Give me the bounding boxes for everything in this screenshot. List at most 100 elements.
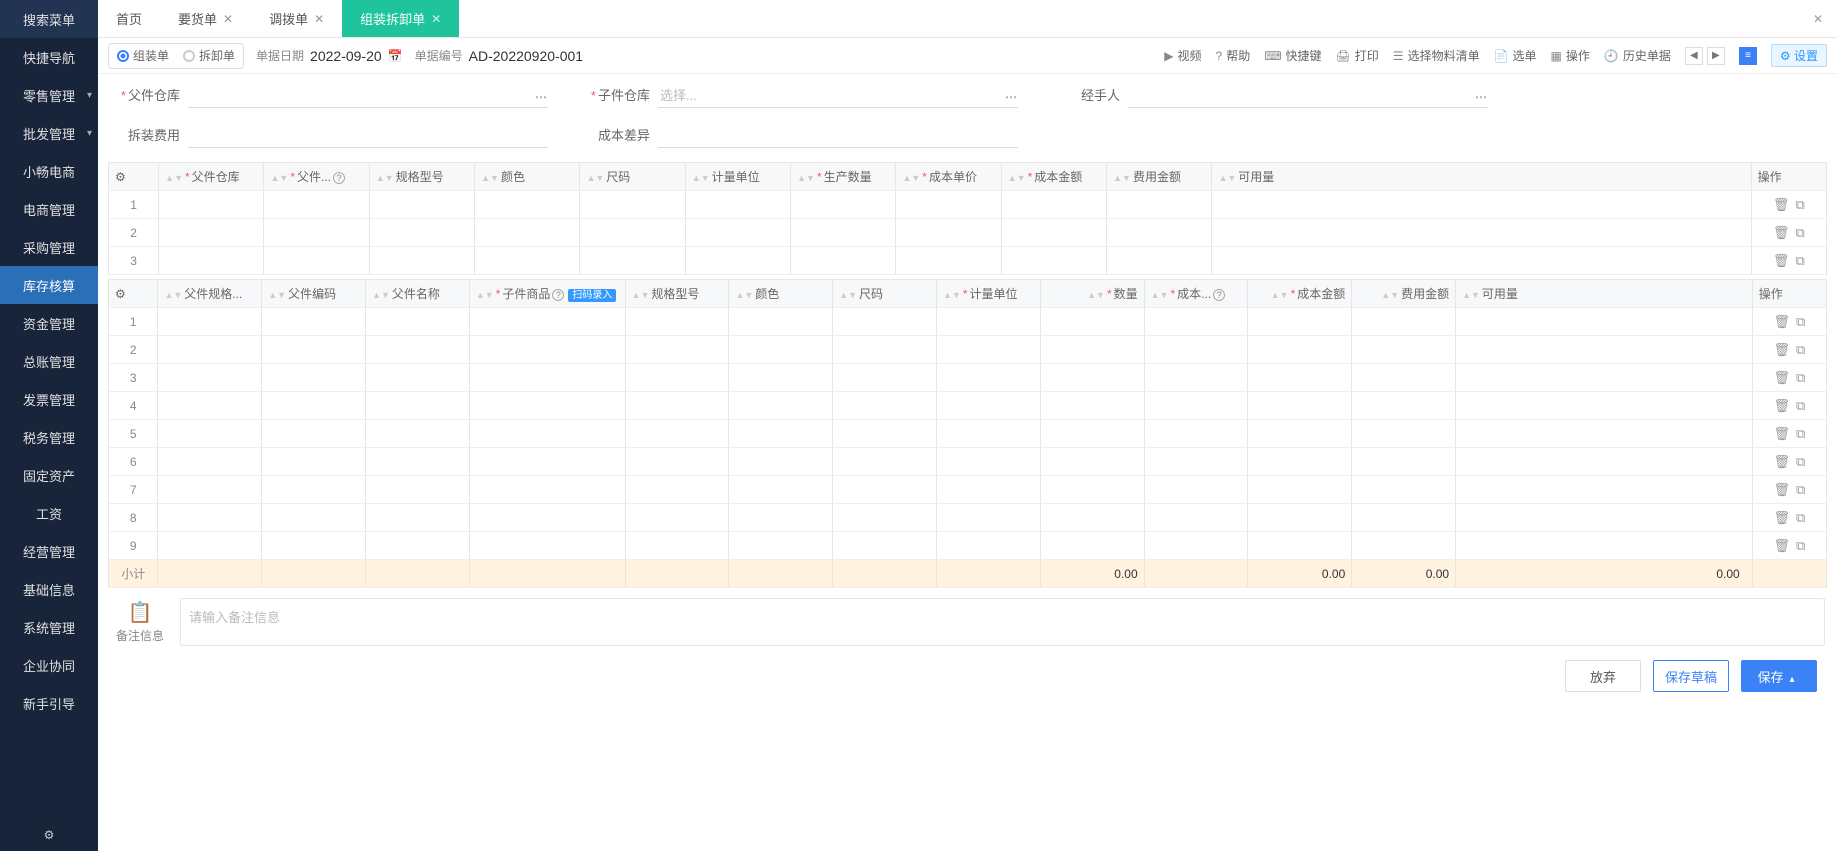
sidebar-item-0[interactable]: 搜索菜单 (0, 0, 98, 38)
cell[interactable] (158, 476, 262, 504)
cell[interactable] (158, 448, 262, 476)
cell[interactable] (159, 191, 264, 219)
cell[interactable] (833, 364, 937, 392)
col-unit[interactable]: 计量单位 (712, 170, 760, 184)
cell[interactable] (833, 448, 937, 476)
table-row[interactable]: 2🗑⧉ (109, 336, 1827, 364)
cell[interactable] (469, 420, 625, 448)
sort-icon[interactable]: ▲▼ (376, 175, 394, 182)
cell[interactable] (1248, 476, 1352, 504)
tab-2[interactable]: 调拨单✕ (251, 0, 342, 37)
view-toggle-button[interactable]: ≡ (1739, 47, 1757, 65)
cell[interactable] (158, 336, 262, 364)
sort-icon[interactable]: ▲▼ (692, 175, 710, 182)
shortcut-link[interactable]: ⌨快捷键 (1264, 47, 1321, 64)
cell[interactable] (366, 476, 470, 504)
col-avail[interactable]: 可用量 (1238, 170, 1274, 184)
copy-icon[interactable]: ⧉ (1796, 370, 1805, 385)
cell[interactable] (1456, 392, 1753, 420)
cell[interactable] (262, 308, 366, 336)
cell[interactable] (366, 448, 470, 476)
table-row[interactable]: 7🗑⧉ (109, 476, 1827, 504)
sort-icon[interactable]: ▲▼ (481, 175, 499, 182)
col-unit[interactable]: 计量单位 (970, 287, 1018, 301)
cell[interactable] (1040, 392, 1144, 420)
remarks-input[interactable] (180, 598, 1825, 646)
cell[interactable] (937, 532, 1041, 560)
help-icon[interactable]: ? (1213, 289, 1225, 301)
discard-button[interactable]: 放弃 (1565, 660, 1641, 692)
sidebar-item-5[interactable]: 电商管理 (0, 190, 98, 228)
sidebar-item-18[interactable]: 新手引导 (0, 684, 98, 722)
cell[interactable] (158, 392, 262, 420)
cell[interactable] (1248, 336, 1352, 364)
cell[interactable] (791, 247, 896, 275)
cell[interactable] (1248, 392, 1352, 420)
col-spec[interactable]: 规格型号 (651, 287, 699, 301)
parent-warehouse-input[interactable] (188, 84, 548, 108)
cell[interactable] (475, 219, 580, 247)
delete-icon[interactable]: 🗑 (1773, 482, 1790, 497)
cell[interactable] (791, 219, 896, 247)
sort-icon[interactable]: ▲▼ (1218, 175, 1236, 182)
cell[interactable] (158, 308, 262, 336)
table-row[interactable]: 5🗑⧉ (109, 420, 1827, 448)
cell[interactable] (469, 364, 625, 392)
col-parent-name[interactable]: 父件名称 (392, 287, 440, 301)
cell[interactable] (262, 532, 366, 560)
cell[interactable] (625, 448, 729, 476)
cell[interactable] (625, 392, 729, 420)
cell[interactable] (1144, 448, 1248, 476)
cell[interactable] (469, 532, 625, 560)
col-qty[interactable]: 数量 (1114, 287, 1138, 301)
sort-icon[interactable]: ▲▼ (1087, 292, 1105, 299)
cell[interactable] (158, 532, 262, 560)
table-row[interactable]: 3🗑⧉ (109, 364, 1827, 392)
sidebar-item-3[interactable]: 批发管理▾ (0, 114, 98, 152)
cell[interactable] (685, 247, 790, 275)
cell[interactable] (580, 191, 685, 219)
cell[interactable] (1144, 392, 1248, 420)
cell[interactable] (937, 448, 1041, 476)
cell[interactable] (833, 336, 937, 364)
sort-icon[interactable]: ▲▼ (586, 175, 604, 182)
col-color[interactable]: 颜色 (755, 287, 779, 301)
cell[interactable] (1107, 219, 1212, 247)
col-unit-cost[interactable]: 成本... (1177, 287, 1211, 301)
cell[interactable] (469, 308, 625, 336)
cell[interactable] (729, 420, 833, 448)
cell[interactable] (1001, 247, 1106, 275)
cell[interactable] (1040, 504, 1144, 532)
copy-icon[interactable]: ⧉ (1795, 197, 1804, 212)
cell[interactable] (369, 219, 474, 247)
cell[interactable] (833, 308, 937, 336)
cell[interactable] (1144, 336, 1248, 364)
cell[interactable] (469, 336, 625, 364)
delete-icon[interactable]: 🗑 (1773, 253, 1790, 268)
cell[interactable] (833, 504, 937, 532)
cell[interactable] (896, 247, 1001, 275)
delete-icon[interactable]: 🗑 (1773, 370, 1790, 385)
sort-icon[interactable]: ▲▼ (797, 175, 815, 182)
cell[interactable] (1456, 448, 1753, 476)
cell[interactable] (625, 336, 729, 364)
cell[interactable] (1144, 532, 1248, 560)
sidebar-item-11[interactable]: 税务管理 (0, 418, 98, 456)
cell[interactable] (625, 364, 729, 392)
cell[interactable] (469, 476, 625, 504)
sort-icon[interactable]: ▲▼ (268, 292, 286, 299)
delete-icon[interactable]: 🗑 (1773, 510, 1790, 525)
delete-icon[interactable]: 🗑 (1773, 454, 1790, 469)
cell[interactable] (937, 336, 1041, 364)
cell[interactable] (937, 364, 1041, 392)
cell[interactable] (1040, 420, 1144, 448)
delete-icon[interactable]: 🗑 (1773, 426, 1790, 441)
cell[interactable] (937, 392, 1041, 420)
prev-doc-button[interactable]: ◀ (1685, 47, 1703, 65)
cell[interactable] (1212, 219, 1751, 247)
cell[interactable] (1040, 476, 1144, 504)
cell[interactable] (625, 476, 729, 504)
sort-icon[interactable]: ▲▼ (839, 292, 857, 299)
close-icon[interactable]: ✕ (223, 12, 233, 26)
col-cost-amt[interactable]: 成本金额 (1034, 170, 1082, 184)
